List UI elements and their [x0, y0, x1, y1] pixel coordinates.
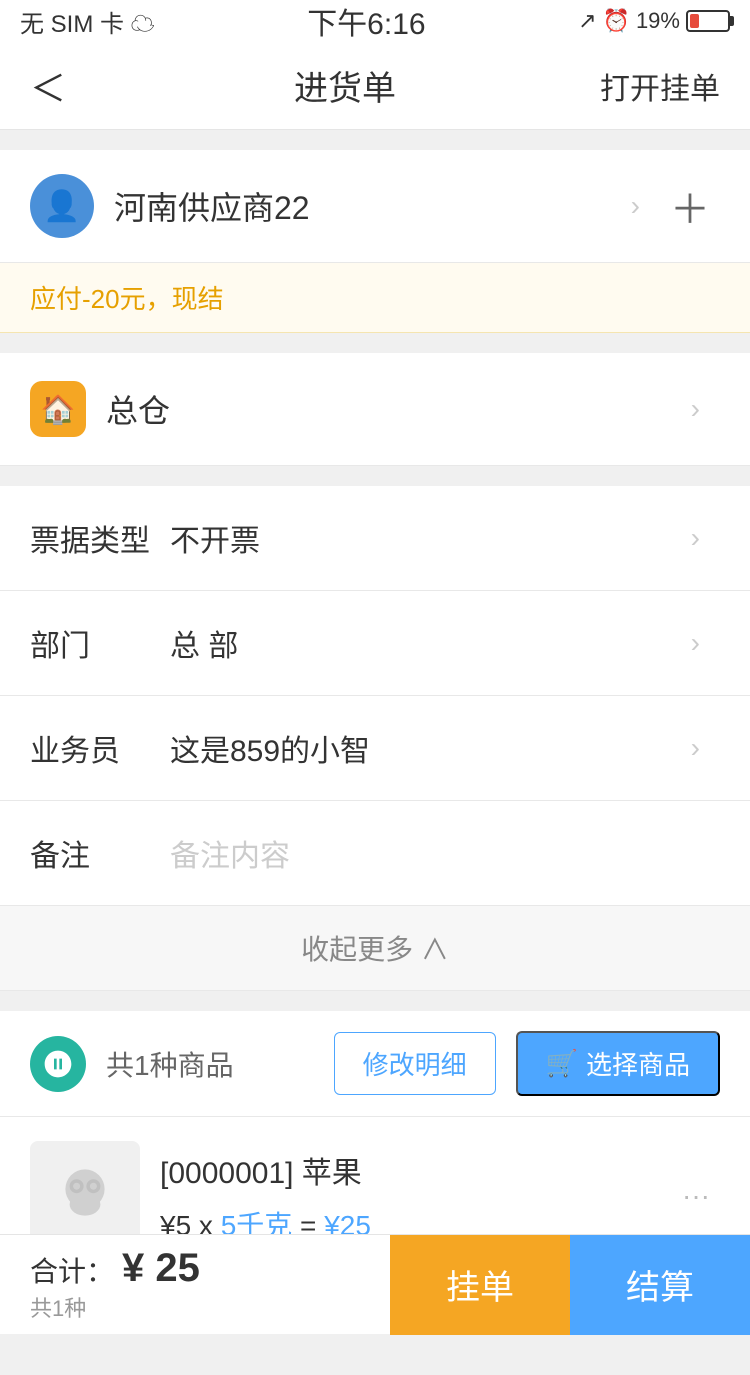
warehouse-chevron-icon: ›: [691, 393, 700, 425]
product-header: 共1种商品 修改明细 🛒 选择商品: [0, 1011, 750, 1116]
select-product-label: 选择商品: [586, 1045, 690, 1082]
product-name: [0000001] 苹果: [160, 1148, 652, 1192]
sim-status: 无 SIM 卡 ☁: [20, 4, 155, 39]
section-divider-1: [0, 333, 750, 353]
location-icon: ↗: [578, 8, 596, 34]
checkout-button[interactable]: 结算: [570, 1235, 750, 1335]
add-supplier-button[interactable]: ＋: [660, 177, 720, 235]
product-icon: [30, 1036, 86, 1092]
product-info: [0000001] 苹果 ¥5 x 5千克 = ¥25: [160, 1148, 652, 1244]
remark-row[interactable]: 备注 备注内容: [0, 801, 750, 906]
remark-value[interactable]: 备注内容: [170, 831, 720, 875]
total-amount: ¥ 25: [122, 1246, 200, 1291]
collapse-row[interactable]: 收起更多 ∧: [0, 906, 750, 991]
salesperson-label: 业务员: [30, 726, 170, 770]
status-right: ↗ ⏰ 19%: [578, 8, 730, 34]
select-product-button[interactable]: 🛒 选择商品: [516, 1031, 720, 1096]
battery-icon: [686, 10, 730, 32]
nav-bar: ＜ 进货单 打开挂单: [0, 42, 750, 130]
invoice-type-value: 不开票: [170, 516, 691, 560]
open-hang-button[interactable]: 打开挂单: [600, 64, 720, 108]
cart-icon: 🛒: [546, 1048, 578, 1079]
invoice-type-chevron-icon: ›: [691, 522, 700, 554]
invoice-type-label: 票据类型: [30, 516, 170, 560]
remark-label: 备注: [30, 831, 170, 875]
status-left: 无 SIM 卡 ☁: [20, 4, 155, 39]
department-label: 部门: [30, 621, 170, 665]
salesperson-chevron-icon: ›: [691, 732, 700, 764]
top-divider: [0, 130, 750, 150]
total-label-text: 合计：: [30, 1250, 114, 1290]
notice-text: 应付-20元，现结: [30, 284, 224, 314]
product-count: 共1种商品: [106, 1044, 314, 1084]
edit-detail-button[interactable]: 修改明细: [334, 1032, 496, 1095]
salesperson-row[interactable]: 业务员 这是859的小智 ›: [0, 696, 750, 801]
warehouse-name: 总仓: [106, 386, 691, 432]
department-chevron-icon: ›: [691, 627, 700, 659]
collapse-text: 收起更多 ∧: [301, 928, 449, 968]
back-button[interactable]: ＜: [30, 60, 90, 112]
salesperson-value: 这是859的小智: [170, 726, 691, 770]
bottom-bar: 合计： ¥ 25 共1种 挂单 结算: [0, 1234, 750, 1334]
total-count: 共1种: [30, 1291, 360, 1323]
hang-button[interactable]: 挂单: [390, 1235, 570, 1335]
total-section: 合计： ¥ 25 共1种: [0, 1246, 390, 1323]
back-icon: ＜: [30, 60, 66, 112]
page-title: 进货单: [294, 61, 396, 110]
section-divider-2: [0, 466, 750, 486]
warehouse-icon: 🏠: [30, 381, 86, 437]
warehouse-row[interactable]: 🏠 总仓 ›: [0, 353, 750, 466]
notice-bar: 应付-20元，现结: [0, 263, 750, 333]
supplier-chevron-icon: ›: [631, 190, 640, 222]
invoice-type-row[interactable]: 票据类型 不开票 ›: [0, 486, 750, 591]
alarm-icon: ⏰: [603, 8, 630, 34]
department-value: 总 部: [170, 621, 691, 665]
product-more-button[interactable]: ···: [672, 1170, 720, 1222]
department-row[interactable]: 部门 总 部 ›: [0, 591, 750, 696]
avatar-icon: 👤: [43, 189, 80, 224]
avatar: 👤: [30, 174, 94, 238]
status-bar: 无 SIM 卡 ☁ 下午6:16 ↗ ⏰ 19%: [0, 0, 750, 42]
supplier-row: 👤 河南供应商22 › ＋: [0, 150, 750, 263]
supplier-name: 河南供应商22: [114, 183, 631, 229]
total-label: 合计： ¥ 25: [30, 1246, 360, 1291]
status-time: 下午6:16: [307, 0, 425, 43]
battery-percent: 19%: [636, 8, 680, 34]
